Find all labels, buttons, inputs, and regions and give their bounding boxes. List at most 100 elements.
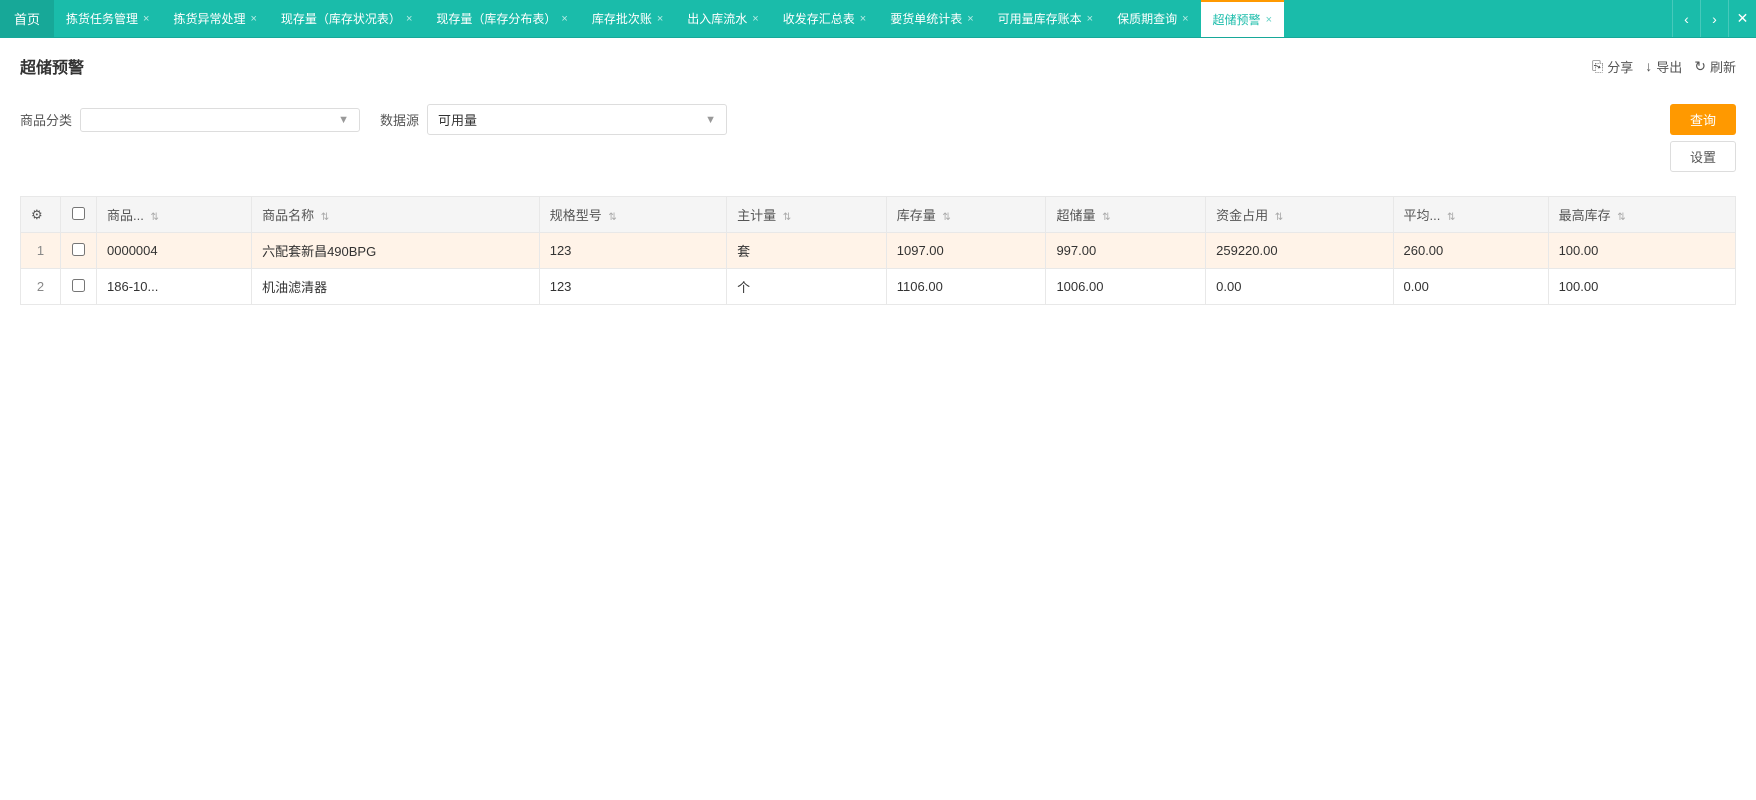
page-actions: ⎘ 分享 ↓ 导出 ↻ 刷新: [1592, 57, 1736, 76]
filter-area: 商品分类 ▼ 数据源 可用量 ▼ 查询 设置: [20, 94, 1736, 182]
nav-tab-0[interactable]: 拣货任务管理 ×: [54, 0, 161, 38]
close-tab-6[interactable]: ×: [860, 13, 866, 25]
sort-icon-code: ⇅: [150, 212, 158, 223]
nav-tab-10[interactable]: 超储预警 ×: [1201, 0, 1284, 38]
th-code[interactable]: 商品... ⇅: [97, 197, 252, 233]
close-tab-1[interactable]: ×: [250, 13, 256, 25]
th-gear[interactable]: ⚙: [21, 197, 61, 233]
page-title: 超储预警: [20, 54, 84, 78]
nav-tab-9[interactable]: 保质期查询 ×: [1105, 0, 1200, 38]
row-num-1: 2: [21, 269, 61, 305]
th-over[interactable]: 超储量 ⇅: [1046, 197, 1206, 233]
th-max[interactable]: 最高库存 ⇅: [1548, 197, 1735, 233]
row-avg-0: 260.00: [1393, 233, 1548, 269]
filter-controls: 商品分类 ▼ 数据源 可用量 ▼: [20, 104, 1650, 135]
nav-tab-2[interactable]: 现存量（库存状况表） ×: [269, 0, 424, 38]
close-tab-10[interactable]: ×: [1266, 14, 1272, 26]
table-row: 2 186-10... 机油滤清器 123 个 1106.00 1006.00 …: [21, 269, 1736, 305]
table-header: ⚙ 商品... ⇅ 商品名称 ⇅ 规格型号 ⇅ 主计量: [21, 197, 1736, 233]
row-over-1: 1006.00: [1046, 269, 1206, 305]
refresh-icon: ↻: [1694, 58, 1706, 75]
nav-prev-button[interactable]: ‹: [1672, 0, 1700, 38]
row-stock-0: 1097.00: [886, 233, 1046, 269]
row-max-0: 100.00: [1548, 233, 1735, 269]
datasource-label: 数据源: [380, 110, 419, 129]
th-capital[interactable]: 资金占用 ⇅: [1206, 197, 1393, 233]
row-num-0: 1: [21, 233, 61, 269]
row-capital-0: 259220.00: [1206, 233, 1393, 269]
close-tab-3[interactable]: ×: [561, 13, 567, 25]
row-spec-0: 123: [539, 233, 726, 269]
close-tab-8[interactable]: ×: [1087, 13, 1093, 25]
sort-icon-capital: ⇅: [1275, 212, 1283, 223]
nav-tab-6[interactable]: 收发存汇总表 ×: [771, 0, 878, 38]
export-icon: ↓: [1645, 58, 1652, 74]
close-tab-9[interactable]: ×: [1182, 13, 1188, 25]
gear-icon: ⚙: [31, 207, 43, 222]
nav-tab-5[interactable]: 出入库流水 ×: [675, 0, 770, 38]
category-chevron-icon: ▼: [338, 114, 349, 126]
nav-close-button[interactable]: ✕: [1728, 0, 1756, 38]
share-icon: ⎘: [1592, 58, 1603, 75]
row-capital-1: 0.00: [1206, 269, 1393, 305]
export-button[interactable]: ↓ 导出: [1645, 57, 1682, 76]
sort-icon-max: ⇅: [1617, 212, 1625, 223]
th-stock[interactable]: 库存量 ⇅: [886, 197, 1046, 233]
nav-tab-7[interactable]: 要货单统计表 ×: [878, 0, 985, 38]
table-body: 1 0000004 六配套新昌490BPG 123 套 1097.00 997.…: [21, 233, 1736, 305]
sort-icon-avg: ⇅: [1447, 212, 1455, 223]
row-unit-0: 套: [727, 233, 887, 269]
close-tab-7[interactable]: ×: [967, 13, 973, 25]
select-all-checkbox[interactable]: [72, 207, 85, 220]
row-stock-1: 1106.00: [886, 269, 1046, 305]
table-row: 1 0000004 六配套新昌490BPG 123 套 1097.00 997.…: [21, 233, 1736, 269]
th-avg[interactable]: 平均... ⇅: [1393, 197, 1548, 233]
row-code-1: 186-10...: [97, 269, 252, 305]
share-button[interactable]: ⎘ 分享: [1592, 57, 1633, 76]
nav-arrows: ‹ › ✕: [1672, 0, 1756, 38]
page-header: 超储预警 ⎘ 分享 ↓ 导出 ↻ 刷新: [20, 54, 1736, 78]
nav-tab-1[interactable]: 拣货异常处理 ×: [161, 0, 268, 38]
close-tab-4[interactable]: ×: [657, 13, 663, 25]
nav-tab-3[interactable]: 现存量（库存分布表） ×: [424, 0, 579, 38]
row-spec-1: 123: [539, 269, 726, 305]
data-table: ⚙ 商品... ⇅ 商品名称 ⇅ 规格型号 ⇅ 主计量: [20, 196, 1736, 305]
refresh-button[interactable]: ↻ 刷新: [1694, 57, 1736, 76]
row-checkbox-1[interactable]: [72, 279, 85, 292]
category-select[interactable]: ▼: [80, 108, 360, 132]
row-avg-1: 0.00: [1393, 269, 1548, 305]
datasource-select[interactable]: 可用量 ▼: [427, 104, 727, 135]
sort-icon-unit: ⇅: [783, 212, 791, 223]
sort-icon-stock: ⇅: [942, 212, 950, 223]
th-spec[interactable]: 规格型号 ⇅: [539, 197, 726, 233]
th-name[interactable]: 商品名称 ⇅: [252, 197, 540, 233]
nav-tab-8[interactable]: 可用量库存账本 ×: [986, 0, 1105, 38]
row-unit-1: 个: [727, 269, 887, 305]
close-tab-0[interactable]: ×: [143, 13, 149, 25]
close-tab-2[interactable]: ×: [406, 13, 412, 25]
th-checkbox: [61, 197, 97, 233]
row-max-1: 100.00: [1548, 269, 1735, 305]
sort-icon-name: ⇅: [321, 212, 329, 223]
category-filter: 商品分类 ▼: [20, 108, 360, 132]
top-navigation: 首页 拣货任务管理 × 拣货异常处理 × 现存量（库存状况表） × 现存量（库存…: [0, 0, 1756, 38]
sort-icon-spec: ⇅: [608, 212, 616, 223]
datasource-filter: 数据源 可用量 ▼: [380, 104, 727, 135]
row-name-0: 六配套新昌490BPG: [252, 233, 540, 269]
row-checkbox-cell-0: [61, 233, 97, 269]
category-label: 商品分类: [20, 110, 72, 129]
row-code-0: 0000004: [97, 233, 252, 269]
nav-home[interactable]: 首页: [0, 0, 54, 38]
row-checkbox-0[interactable]: [72, 243, 85, 256]
main-content: 超储预警 ⎘ 分享 ↓ 导出 ↻ 刷新 商品分类 ▼: [0, 38, 1756, 800]
query-button[interactable]: 查询: [1670, 104, 1736, 135]
th-unit[interactable]: 主计量 ⇅: [727, 197, 887, 233]
nav-tab-4[interactable]: 库存批次账 ×: [580, 0, 675, 38]
query-settings-col: 查询 设置: [1670, 104, 1736, 172]
table-header-row: ⚙ 商品... ⇅ 商品名称 ⇅ 规格型号 ⇅ 主计量: [21, 197, 1736, 233]
datasource-chevron-icon: ▼: [705, 114, 716, 126]
settings-button[interactable]: 设置: [1670, 141, 1736, 172]
row-over-0: 997.00: [1046, 233, 1206, 269]
nav-next-button[interactable]: ›: [1700, 0, 1728, 38]
close-tab-5[interactable]: ×: [752, 13, 758, 25]
